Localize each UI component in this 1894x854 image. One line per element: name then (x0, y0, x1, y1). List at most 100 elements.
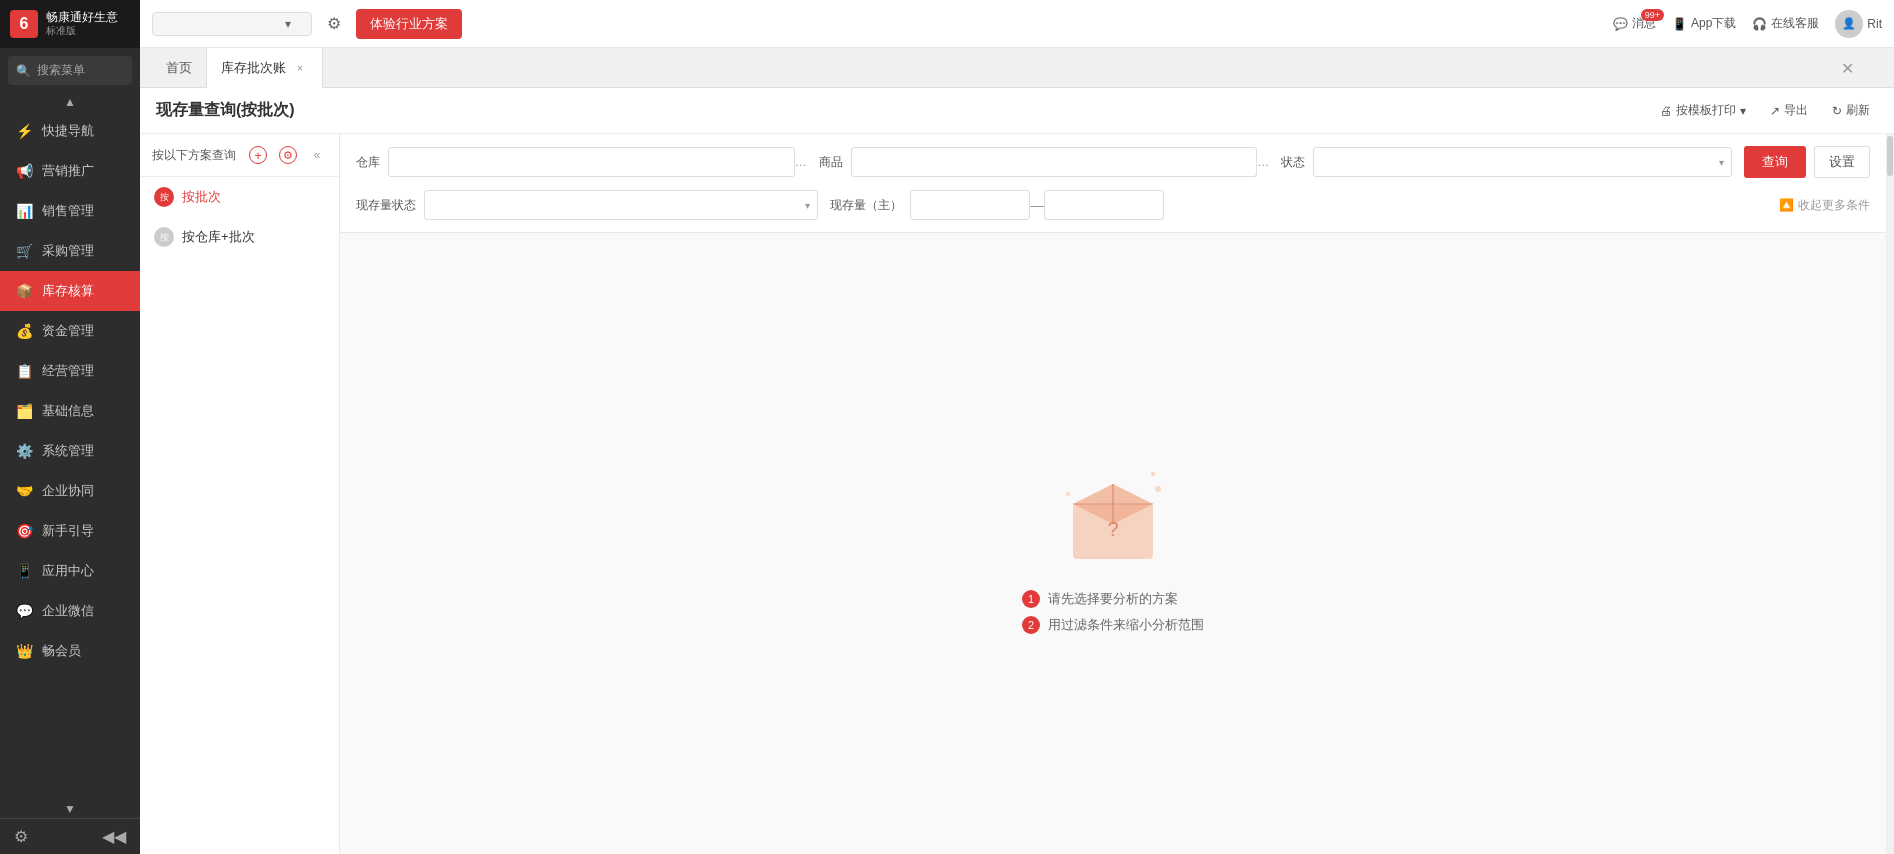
scheme-item-batch[interactable]: 按 按批次 (140, 177, 339, 217)
collapse-filter-label: 收起更多条件 (1798, 197, 1870, 214)
topbar-right: 💬 消息 99+ 📱 App下载 🎧 在线客服 👤 Rit (1613, 10, 1882, 38)
sidebar-item-system[interactable]: ⚙️ 系统管理 (0, 431, 140, 471)
sidebar-item-enterprise[interactable]: 🤝 企业协同 (0, 471, 140, 511)
svg-point-5 (1155, 486, 1161, 492)
sidebar-title-block: 畅康通好生意 标准版 (46, 10, 118, 38)
messages-btn[interactable]: 💬 消息 99+ (1613, 15, 1656, 32)
trial-btn[interactable]: 体验行业方案 (356, 9, 462, 39)
print-dropdown-icon: ▾ (1740, 104, 1746, 118)
product-input[interactable] (851, 147, 1258, 177)
sidebar-item-operation[interactable]: 📋 经营管理 (0, 351, 140, 391)
export-btn[interactable]: ↗ 导出 (1762, 98, 1816, 123)
basic-icon: 🗂️ (14, 401, 34, 421)
stock-status-select-wrapper: 有库存 无库存 ▾ (424, 190, 818, 220)
warehouse-more-btn[interactable]: … (795, 155, 807, 169)
user-avatar: 👤 (1835, 10, 1863, 38)
sidebar-item-appstore[interactable]: 📱 应用中心 (0, 551, 140, 591)
filter-actions: 查询 设置 (1744, 146, 1870, 178)
scheme-label-wh-batch: 按仓库+批次 (182, 228, 255, 246)
sidebar-item-label: 企业协同 (42, 482, 94, 500)
sidebar-nav: ⚡ 快捷导航 📢 营销推广 📊 销售管理 🛒 采购管理 📦 库存核算 💰 资金管… (0, 111, 140, 800)
operation-icon: 📋 (14, 361, 34, 381)
quicknav-icon: ⚡ (14, 121, 34, 141)
sidebar-item-wechat[interactable]: 💬 企业微信 (0, 591, 140, 631)
app-download-btn[interactable]: 📱 App下载 (1672, 15, 1736, 32)
sidebar-item-vip[interactable]: 👑 畅会员 (0, 631, 140, 671)
print-btn[interactable]: 🖨 按模板打印 ▾ (1652, 98, 1754, 123)
sidebar-item-label: 经营管理 (42, 362, 94, 380)
scheme-settings-btn[interactable]: ⚙ (277, 144, 299, 166)
product-more-btn[interactable]: … (1257, 155, 1269, 169)
sidebar-item-sales[interactable]: 📊 销售管理 (0, 191, 140, 231)
enterprise-icon: 🤝 (14, 481, 34, 501)
tab-close-btn[interactable]: × (292, 60, 308, 76)
sidebar-settings-icon[interactable]: ⚙ (14, 827, 28, 846)
sidebar-item-finance[interactable]: 💰 资金管理 (0, 311, 140, 351)
sidebar-item-label: 畅会员 (42, 642, 81, 660)
empty-illustration: ? (1053, 454, 1173, 574)
topbar-dropdown-btn[interactable]: ▾ (285, 17, 291, 31)
sidebar-item-label: 资金管理 (42, 322, 94, 340)
product-filter: 商品 … (819, 147, 1270, 177)
stock-qty-min-input[interactable] (910, 190, 1030, 220)
warehouse-input[interactable] (388, 147, 795, 177)
sidebar-item-marketing[interactable]: 📢 营销推广 (0, 151, 140, 191)
sidebar-item-label: 基础信息 (42, 402, 94, 420)
svg-point-7 (1151, 472, 1155, 476)
add-scheme-btn[interactable]: + (247, 144, 269, 166)
sidebar-item-label: 新手引导 (42, 522, 94, 540)
svg-text:?: ? (1107, 518, 1118, 540)
sidebar-item-basic[interactable]: 🗂️ 基础信息 (0, 391, 140, 431)
sales-icon: 📊 (14, 201, 34, 221)
tab-inventory-batch[interactable]: 库存批次账 × (207, 48, 323, 88)
app-download-label: App下载 (1691, 15, 1736, 32)
print-label: 按模板打印 (1676, 102, 1736, 119)
topbar-search-input[interactable] (161, 17, 281, 31)
sidebar-item-purchase[interactable]: 🛒 采购管理 (0, 231, 140, 271)
online-service-btn[interactable]: 🎧 在线客服 (1752, 15, 1819, 32)
right-panel: 仓库 … 商品 … 状态 (340, 134, 1886, 854)
headset-icon: 🎧 (1752, 17, 1767, 31)
scroll-up-btn[interactable]: ▲ (0, 93, 140, 111)
user-profile-btn[interactable]: 👤 Rit (1835, 10, 1882, 38)
sidebar-item-inventory[interactable]: 📦 库存核算 (0, 271, 140, 311)
tab-inventory-batch-label: 库存批次账 (221, 59, 286, 77)
sidebar: 6 畅康通好生意 标准版 🔍 搜索菜单 ▲ ⚡ 快捷导航 📢 营销推广 📊 销售… (0, 0, 140, 854)
topbar: ▾ ⚙ 体验行业方案 💬 消息 99+ 📱 App下载 🎧 在线客服 👤 Rit (140, 0, 1894, 48)
status-select[interactable]: 正常 锁定 (1313, 147, 1732, 177)
refresh-btn[interactable]: ↻ 刷新 (1824, 98, 1878, 123)
panel-collapse-btn[interactable]: « (307, 145, 327, 165)
query-btn[interactable]: 查询 (1744, 146, 1806, 178)
topbar-gear-btn[interactable]: ⚙ (320, 10, 348, 38)
page-header: 现存量查询(按批次) 🖨 按模板打印 ▾ ↗ 导出 ↻ 刷新 (140, 88, 1894, 134)
step-1-text: 请先选择要分析的方案 (1048, 590, 1178, 608)
sidebar-collapse-icon[interactable]: ◀◀ (102, 827, 126, 846)
collapse-icon: « (314, 148, 321, 162)
svg-point-6 (1066, 492, 1070, 496)
left-panel-title: 按以下方案查询 (152, 147, 236, 164)
appstore-icon: 📱 (14, 561, 34, 581)
content-area: 按以下方案查询 + ⚙ « 按 按批次 (140, 134, 1894, 854)
stock-qty-max-input[interactable] (1044, 190, 1164, 220)
stock-qty-filter: 现存量（主） — (830, 190, 1292, 220)
filter-row-2: 现存量状态 有库存 无库存 ▾ 现存量（主） (356, 190, 1870, 220)
stock-qty-label: 现存量（主） (830, 197, 902, 214)
panel-close-btn[interactable]: ✕ (1841, 58, 1854, 77)
phone-icon: 📱 (1672, 17, 1687, 31)
sidebar-search[interactable]: 🔍 搜索菜单 (8, 56, 132, 85)
stock-status-select[interactable]: 有库存 无库存 (424, 190, 818, 220)
tab-home-label: 首页 (166, 59, 192, 77)
refresh-label: 刷新 (1846, 102, 1870, 119)
sidebar-item-guide[interactable]: 🎯 新手引导 (0, 511, 140, 551)
scheme-item-warehouse-batch[interactable]: 按 按仓库+批次 (140, 217, 339, 257)
empty-svg-illustration: ? (1053, 454, 1173, 574)
scroll-down-btn[interactable]: ▼ (0, 800, 140, 818)
collapse-filter-btn[interactable]: 🔼 收起更多条件 (1779, 197, 1870, 214)
scroll-up-icon: ▲ (64, 95, 76, 109)
right-scrollbar[interactable] (1886, 134, 1894, 854)
sidebar-item-quicknav[interactable]: ⚡ 快捷导航 (0, 111, 140, 151)
scroll-down-icon: ▼ (64, 802, 76, 816)
stock-qty-dash: — (1030, 197, 1044, 213)
filter-settings-btn[interactable]: 设置 (1814, 146, 1870, 178)
tab-home[interactable]: 首页 (152, 48, 207, 88)
